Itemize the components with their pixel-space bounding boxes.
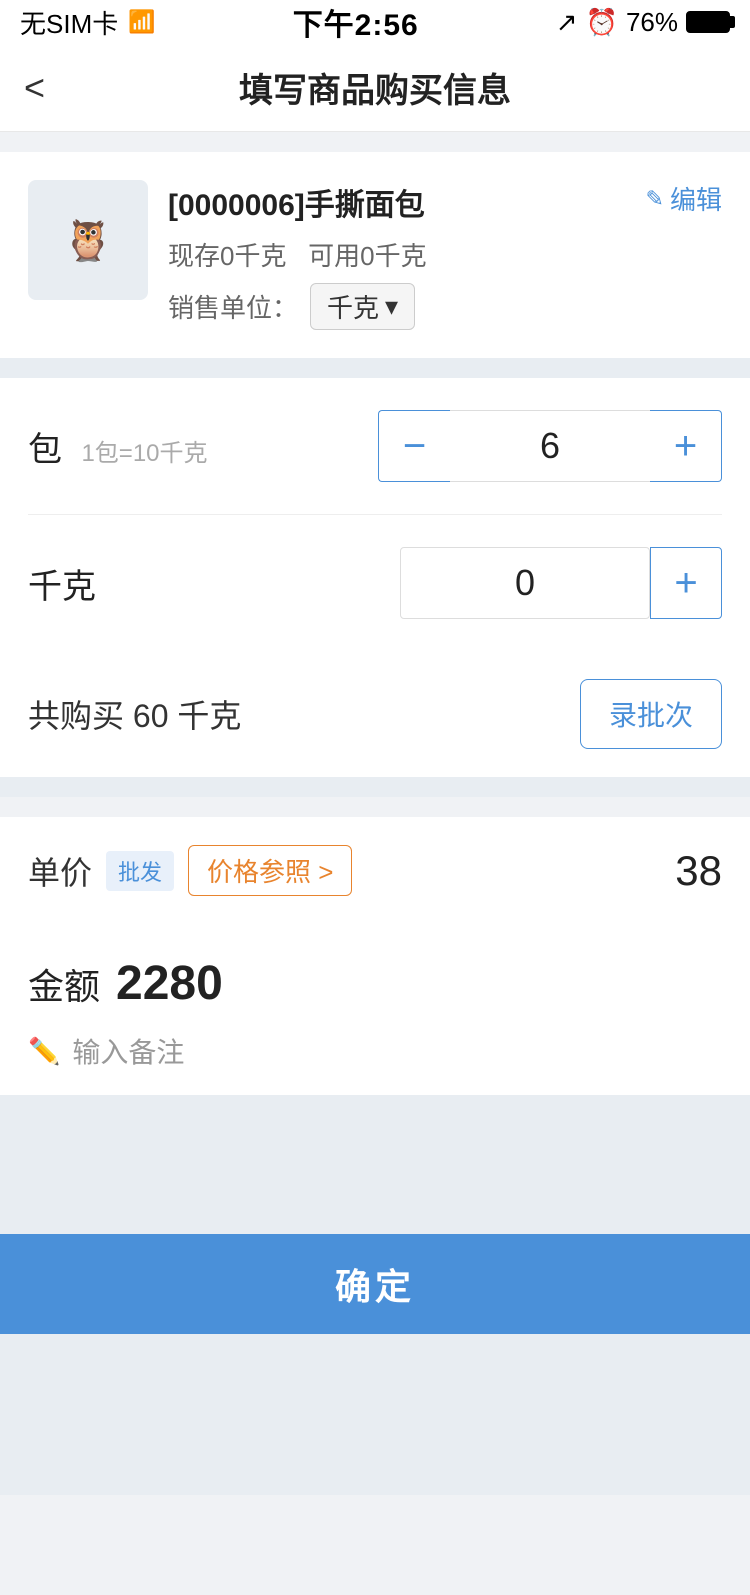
kg-controls: + [400,547,722,619]
confirm-button[interactable]: 确定 [0,1234,750,1334]
time-display: 下午2:56 [293,0,419,44]
back-button[interactable]: < [24,67,45,109]
edit-icon: ✎ [646,186,664,212]
product-logo-icon: 🦉 [63,217,113,264]
unit-select[interactable]: 千克 ▾ [310,283,415,330]
status-bar: 无SIM卡 📶 下午2:56 ↗ ⏰ 76% [0,0,750,44]
kg-label: 千克 [28,559,400,608]
price-batch-badge: 批发 [106,851,174,891]
price-reference-button[interactable]: 价格参照 > [188,845,352,896]
bao-label-row: 包 1包=10千克 [28,422,378,471]
product-stock: 现存0千克 可用0千克 [168,236,722,273]
price-row: 单价 批发 价格参照 > 38 [28,845,722,896]
product-image: 🦉 [28,180,148,300]
stock-label: 现存0千克 [168,241,286,271]
product-card: 🦉 [0000006]手撕面包 现存0千克 可用0千克 销售单位： 千克 ▾ ✎… [0,152,750,358]
dropdown-icon: ▾ [385,291,398,322]
product-name: [0000006]手撕面包 [168,180,722,224]
bao-sublabel: 1包=10千克 [81,440,207,467]
unit-value: 千克 [327,288,379,325]
battery-text: 76% [626,7,678,38]
total-section: 共购买 60 千克 录批次 [0,651,750,777]
price-label-row: 单价 批发 价格参照 > [28,845,352,896]
bao-quantity-row: 包 1包=10千克 − + [28,378,722,515]
edit-label: 编辑 [670,180,722,217]
status-left: 无SIM卡 📶 [20,4,156,41]
section-divider-1 [0,358,750,378]
location-icon: ↗ [556,7,578,38]
total-label: 共购买 60 千克 [28,691,241,737]
status-right: ↗ ⏰ 76% [556,7,730,38]
available-label: 可用0千克 [308,241,426,271]
pencil-icon: ✏️ [28,1036,60,1067]
product-unit-row: 销售单位： 千克 ▾ [168,283,722,330]
bao-controls: − + [378,410,722,482]
alarm-icon: ⏰ [586,7,618,38]
price-section: 单价 批发 价格参照 > 38 [0,817,750,924]
section-divider-2 [0,777,750,797]
price-label: 单价 [28,848,92,894]
unit-text-label: 销售单位： [168,288,298,325]
wifi-icon: 📶 [128,9,155,35]
remark-placeholder: 输入备注 [72,1031,184,1071]
kg-input[interactable] [400,547,650,619]
record-batch-button[interactable]: 录批次 [580,679,722,749]
bao-decrement-button[interactable]: − [378,410,450,482]
amount-label: 金额 [28,958,100,1010]
bao-increment-button[interactable]: + [650,410,722,482]
remark-row[interactable]: ✏️ 输入备注 [28,1031,722,1071]
kg-quantity-row: 千克 + [28,515,722,651]
edit-button[interactable]: ✎ 编辑 [646,180,722,217]
quantity-section: 包 1包=10千克 − + 千克 + [0,378,750,651]
amount-section: 金额 2280 ✏️ 输入备注 [0,924,750,1095]
carrier-text: 无SIM卡 [20,4,118,41]
nav-bar: < 填写商品购买信息 [0,44,750,132]
amount-row: 金额 2280 [28,956,722,1011]
amount-value: 2280 [116,956,223,1011]
price-value: 38 [675,847,722,895]
page-title: 填写商品购买信息 [239,63,511,112]
bao-input[interactable] [450,410,650,482]
kg-increment-button[interactable]: + [650,547,722,619]
battery-icon [686,11,730,33]
product-info: [0000006]手撕面包 现存0千克 可用0千克 销售单位： 千克 ▾ [168,180,722,330]
bao-label: 包 [28,431,62,469]
